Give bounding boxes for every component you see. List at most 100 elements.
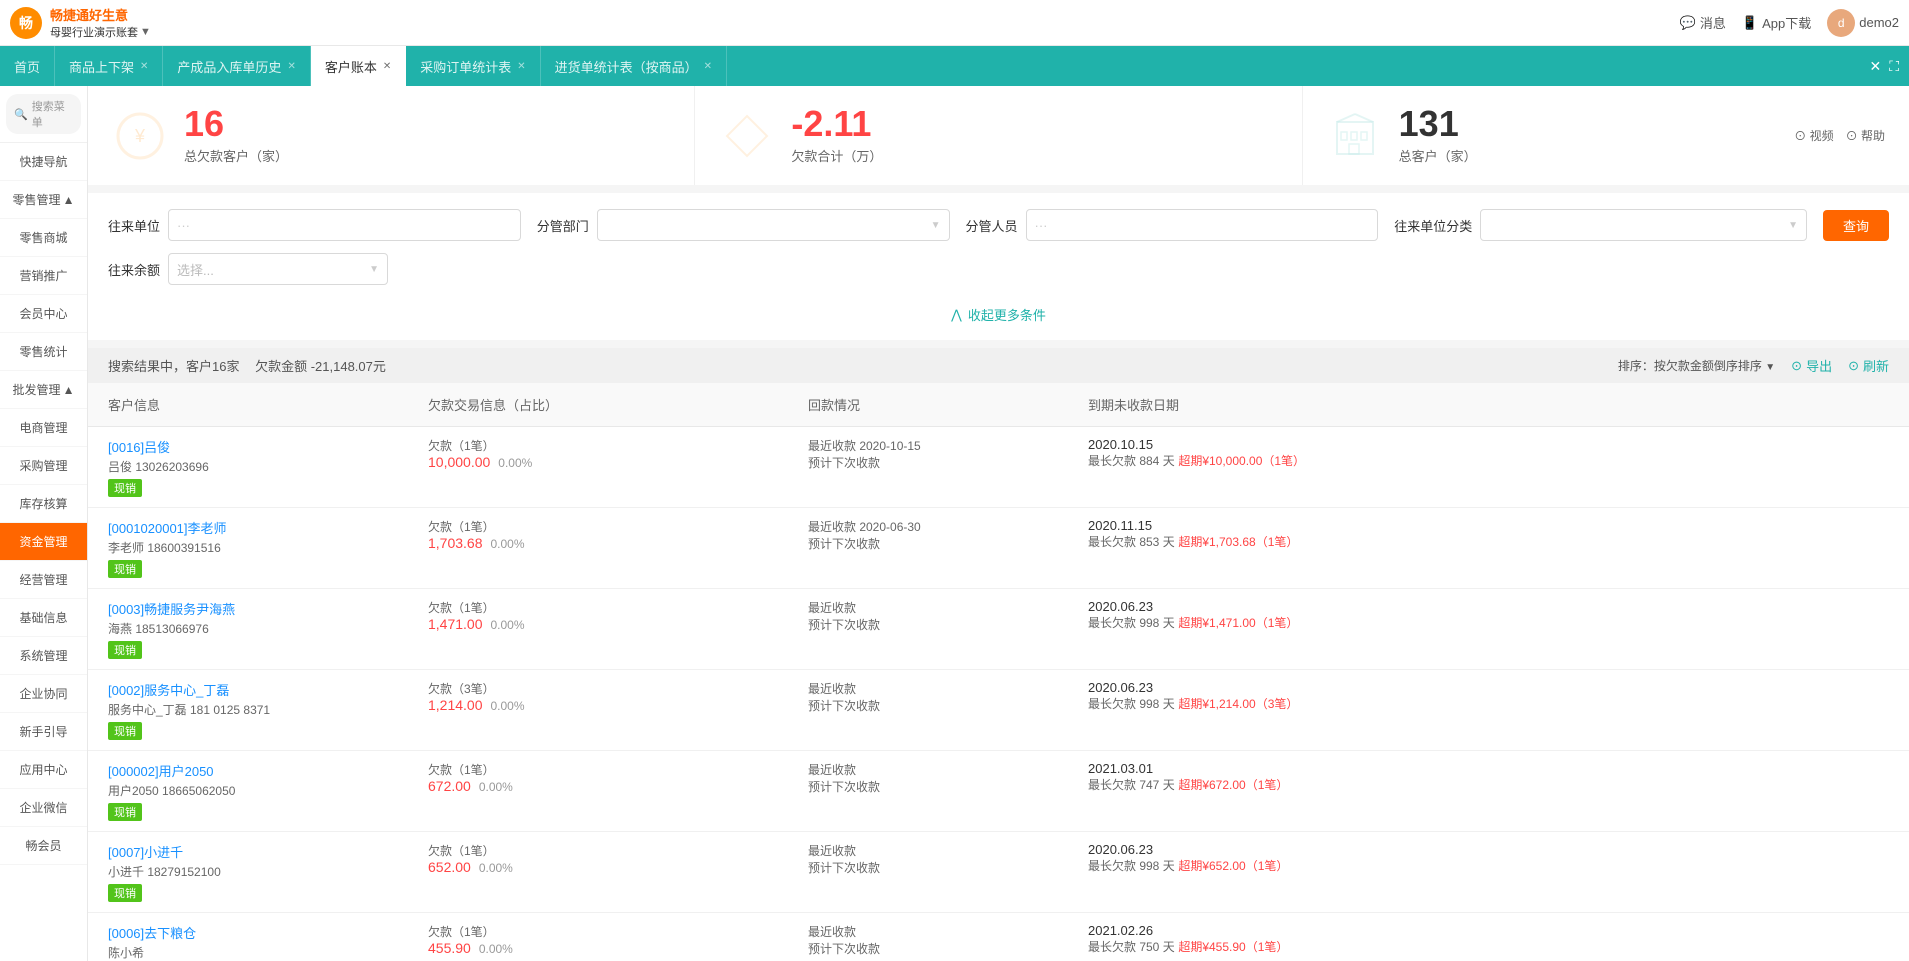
subtitle-arrow[interactable]: ▼ (140, 26, 151, 38)
download-label: App下载 (1762, 13, 1811, 32)
overdue-amount-4[interactable]: 超期¥672.00（1笔） (1178, 778, 1288, 792)
tab-collapse-icon[interactable]: ✕ (1869, 58, 1881, 75)
sidebar-item-guide-label: 新手引导 (19, 725, 67, 739)
customer-phone-6: 陈小希 (108, 944, 388, 961)
table-row: [000002]用户2050 用户2050 18665062050 现销 欠款（… (88, 751, 1909, 832)
app-download-btn[interactable]: 📱 App下载 (1742, 13, 1811, 32)
sort-label: 排序：按欠款金额倒序排序 ▼ (1618, 357, 1775, 374)
tab-stock-history-close[interactable]: ✕ (287, 61, 295, 72)
result-amount-text: 欠款金额 -21,148.07元 (255, 359, 386, 374)
stat-label-debt-customers: 总欠款客户（家） (184, 146, 288, 165)
customer-phone-0: 吕俊 13026203696 (108, 458, 388, 475)
customer-name-6[interactable]: [0006]去下粮仓 (108, 926, 196, 941)
sidebar-item-wholesale-mgmt[interactable]: 批发管理 ▲ (0, 371, 87, 409)
retail-expand-icon: ▲ (63, 193, 75, 207)
overdue-amount-5[interactable]: 超期¥652.00（1笔） (1178, 859, 1288, 873)
video-action[interactable]: ⊙ 视频 (1794, 127, 1833, 144)
last-collect-1: 最近收款 2020-06-30 (808, 518, 1048, 535)
td-collect-5: 最近收款 预计下次收款 (788, 832, 1068, 912)
tab-purchase-order-close[interactable]: ✕ (517, 61, 525, 72)
sidebar-item-enterprise-label: 企业协同 (19, 687, 67, 701)
sidebar-item-operations[interactable]: 经营管理 (0, 561, 87, 599)
tab-product-shelves-close[interactable]: ✕ (140, 61, 148, 72)
sidebar-nav: 快捷导航 零售管理 ▲ 零售商城 营销推广 会员中心 零售统计 批发管理 ▲ (0, 143, 87, 961)
sidebar-item-inventory[interactable]: 库存核算 (0, 485, 87, 523)
message-label: 消息 (1700, 13, 1726, 32)
tab-customer-ledger-close[interactable]: ✕ (383, 61, 391, 72)
help-action[interactable]: ⊙ 帮助 (1846, 127, 1885, 144)
tab-stock-stats-close[interactable]: ✕ (704, 61, 712, 72)
filter-dept-input[interactable]: ▼ (597, 209, 950, 241)
search-button[interactable]: 查询 (1823, 210, 1889, 241)
td-collect-4: 最近收款 预计下次收款 (788, 751, 1068, 831)
filter-category-input[interactable]: ▼ (1480, 209, 1807, 241)
debt-pct-6: 0.00% (479, 942, 513, 956)
td-collect-1: 最近收款 2020-06-30 预计下次收款 (788, 508, 1068, 588)
sidebar-item-finance[interactable]: 资金管理 (0, 523, 87, 561)
sidebar-item-marketing[interactable]: 营销推广 (0, 257, 87, 295)
overdue-days-0: 最长欠款 884 天 (1088, 454, 1175, 468)
sidebar-item-system-label: 系统管理 (19, 649, 67, 663)
sidebar-item-purchase[interactable]: 采购管理 (0, 447, 87, 485)
sidebar-item-member-label: 会员中心 (19, 307, 67, 321)
tab-product-shelves[interactable]: 商品上下架 ✕ (55, 46, 163, 86)
filter-balance-input[interactable]: 选择... ▼ (168, 253, 388, 285)
sidebar-item-wechat[interactable]: 企业微信 (0, 789, 87, 827)
filter-collapse-btn[interactable]: ⋀ 收起更多条件 (108, 297, 1889, 324)
tab-stock-history[interactable]: 产成品入库单历史 ✕ (163, 46, 310, 86)
td-due-1: 2020.11.15 最长欠款 853 天 超期¥1,703.68（1笔） (1068, 508, 1909, 588)
data-table: 客户信息 欠款交易信息（占比） 回款情况 到期未收款日期 [0016]吕俊 吕俊… (88, 383, 1909, 961)
refresh-label: 刷新 (1863, 356, 1889, 375)
td-due-0: 2020.10.15 最长欠款 884 天 超期¥10,000.00（1笔） (1068, 427, 1909, 507)
sidebar-item-retail-stats[interactable]: 零售统计 (0, 333, 87, 371)
tab-customer-ledger[interactable]: 客户账本 ✕ (311, 46, 406, 86)
export-btn[interactable]: ⊙ 导出 (1791, 356, 1832, 375)
sidebar-item-basic-info[interactable]: 基础信息 (0, 599, 87, 637)
customer-name-4[interactable]: [000002]用户2050 (108, 764, 214, 779)
sidebar-item-member[interactable]: 会员中心 (0, 295, 87, 333)
sidebar-item-quick-nav[interactable]: 快捷导航 (0, 143, 87, 181)
customer-name-2[interactable]: [0003]畅捷服务尹海燕 (108, 602, 235, 617)
debt-count-5: 欠款（1笔） (428, 842, 768, 859)
overdue-days-5: 最长欠款 998 天 (1088, 859, 1175, 873)
svg-text:¥: ¥ (134, 126, 146, 146)
filter-person-label: 分管人员 (966, 216, 1018, 235)
customer-name-5[interactable]: [0007]小进千 (108, 845, 183, 860)
overdue-amount-3[interactable]: 超期¥1,214.00（3笔） (1178, 697, 1298, 711)
sidebar-item-guide[interactable]: 新手引导 (0, 713, 87, 751)
tab-home[interactable]: 首页 (0, 46, 55, 86)
download-icon: 📱 (1742, 15, 1758, 31)
message-btn[interactable]: 💬 消息 (1680, 13, 1726, 32)
filter-balance-placeholder: 选择... (177, 260, 214, 279)
customer-name-1[interactable]: [0001020001]李老师 (108, 521, 227, 536)
customer-name-0[interactable]: [0016]吕俊 (108, 440, 170, 455)
filter-unit-input[interactable]: ··· (168, 209, 521, 241)
tab-stock-stats[interactable]: 进货单统计表（按商品） ✕ (541, 46, 727, 86)
overdue-amount-6[interactable]: 超期¥455.90（1笔） (1178, 940, 1288, 954)
filter-person-input[interactable]: ··· (1026, 209, 1379, 241)
subtitle-area: 母婴行业演示账套 ▼ (50, 24, 151, 40)
sidebar-item-enterprise[interactable]: 企业协同 (0, 675, 87, 713)
overdue-amount-0[interactable]: 超期¥10,000.00（1笔） (1178, 454, 1305, 468)
tab-expand-icon[interactable]: ⛶ (1889, 58, 1899, 75)
stat-label-total-customers: 总客户（家） (1399, 146, 1477, 165)
sidebar-item-system[interactable]: 系统管理 (0, 637, 87, 675)
debt-pct-0: 0.00% (498, 456, 532, 470)
sidebar-item-apps[interactable]: 应用中心 (0, 751, 87, 789)
overdue-amount-1[interactable]: 超期¥1,703.68（1笔） (1178, 535, 1298, 549)
sidebar: 🔍 搜索菜单 快捷导航 零售管理 ▲ 零售商城 营销推广 会员中心 零售统计 (0, 86, 88, 961)
sidebar-search-box[interactable]: 🔍 搜索菜单 (6, 94, 81, 134)
tab-purchase-order[interactable]: 采购订单统计表 ✕ (406, 46, 540, 86)
overdue-amount-2[interactable]: 超期¥1,471.00（1笔） (1178, 616, 1298, 630)
sidebar-item-retail-shop[interactable]: 零售商城 (0, 219, 87, 257)
td-customer-1: [0001020001]李老师 李老师 18600391516 现销 (88, 508, 408, 588)
sidebar-item-member-club[interactable]: 畅会员 (0, 827, 87, 865)
refresh-btn[interactable]: ⊙ 刷新 (1848, 356, 1889, 375)
sidebar-item-ecommerce[interactable]: 电商管理 (0, 409, 87, 447)
customer-name-3[interactable]: [0002]服务中心_丁磊 (108, 683, 229, 698)
sidebar-item-retail-mgmt[interactable]: 零售管理 ▲ (0, 181, 87, 219)
user-menu[interactable]: d demo2 (1827, 9, 1899, 37)
stat-card-debt-total: -2.11 欠款合计（万） (695, 86, 1302, 185)
result-bar: 搜索结果中，客户16家 欠款金额 -21,148.07元 排序：按欠款金额倒序排… (88, 348, 1909, 383)
refresh-icon: ⊙ (1848, 358, 1859, 374)
